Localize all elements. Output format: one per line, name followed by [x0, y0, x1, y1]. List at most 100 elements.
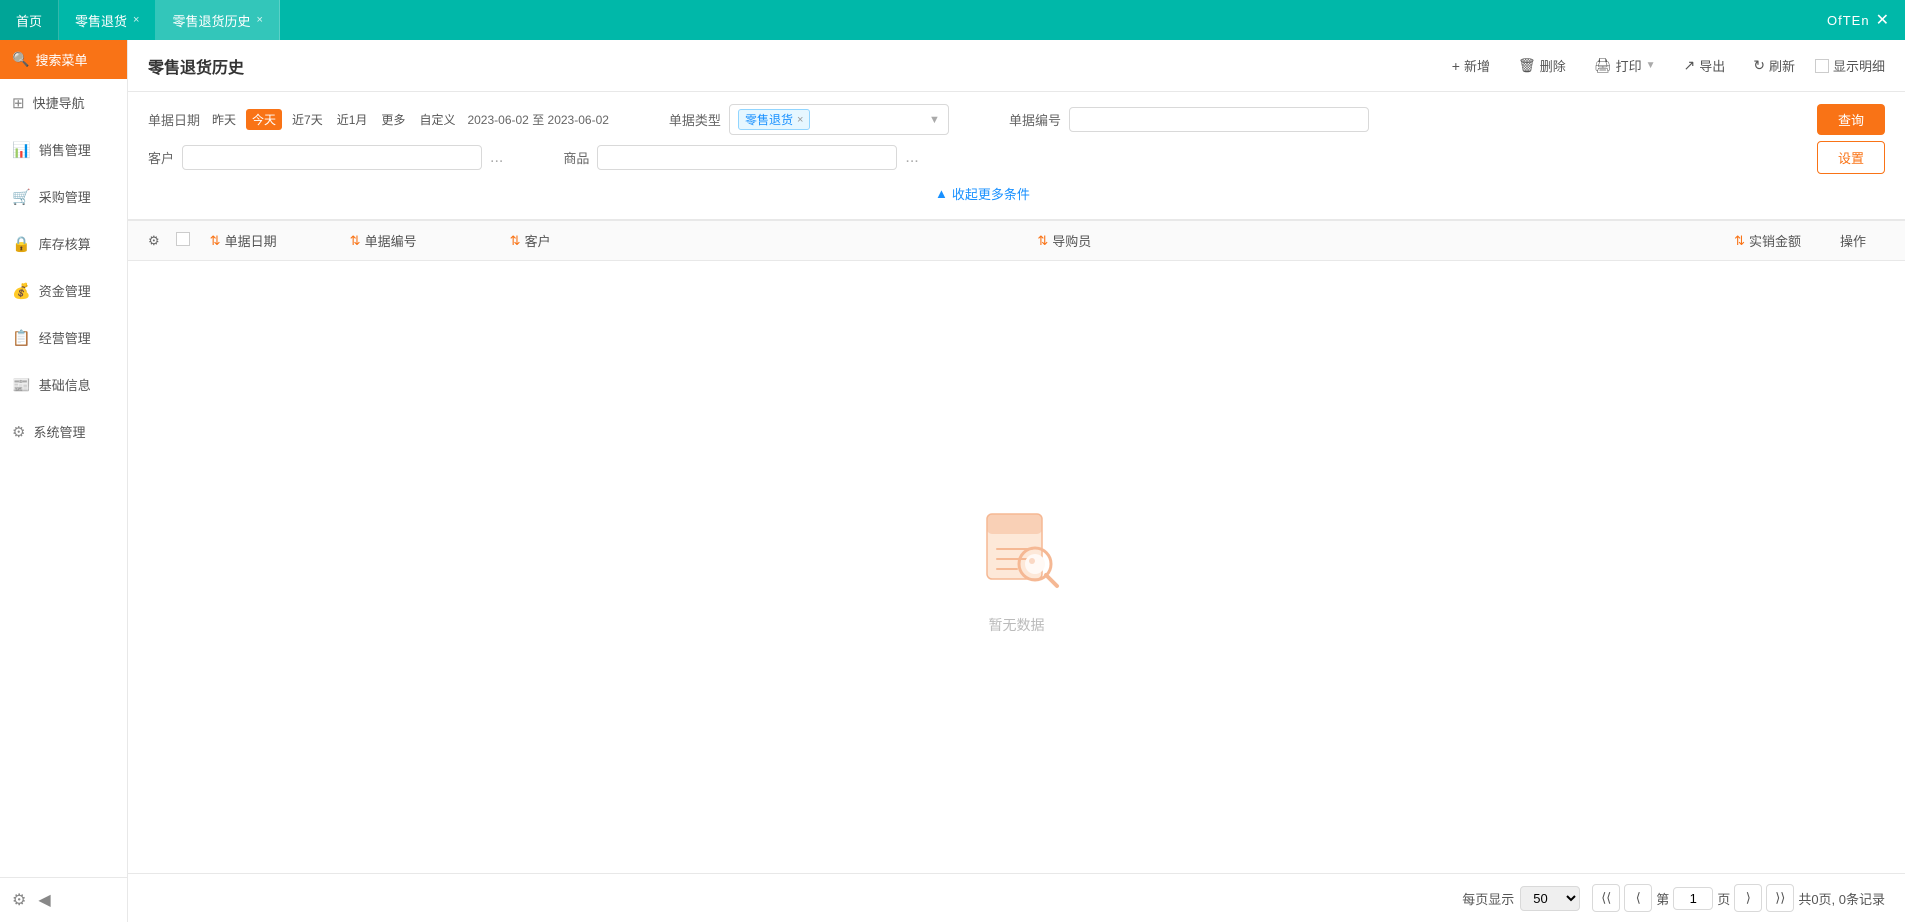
- th-guide-label: 导购员: [1052, 231, 1091, 250]
- filter-row-1: 单据日期 昨天 今天 近7天 近1月 更多 自定义 2023-06-02: [148, 104, 1817, 135]
- table-select-all[interactable]: [168, 222, 198, 259]
- th-guide[interactable]: ⇅ 导购员: [1025, 221, 1165, 260]
- inventory-icon: 🔒: [12, 235, 31, 253]
- th-customer-sort-icon: ⇅: [510, 233, 521, 249]
- table-area: ⚙ ⇅ 单据日期 ⇅ 单据编号 ⇅ 客户 ⇅ 导购员: [128, 220, 1905, 873]
- export-icon: ↗: [1683, 57, 1695, 74]
- goods-input[interactable]: [597, 145, 897, 170]
- print-button[interactable]: 🖨 打印 ▼: [1586, 52, 1664, 79]
- sidebar-item-basic-info-label: 基础信息: [39, 375, 91, 394]
- per-page-select[interactable]: 50 20 100: [1520, 886, 1580, 911]
- topbar-close-icon[interactable]: ✕: [1876, 10, 1889, 30]
- th-number[interactable]: ⇅ 单据编号: [338, 221, 498, 260]
- setting-button[interactable]: 设置: [1817, 141, 1885, 174]
- page-next-btn[interactable]: ⟩: [1734, 884, 1762, 912]
- date-opt-yesterday[interactable]: 昨天: [208, 109, 240, 130]
- collapse-button[interactable]: ▲ 收起更多条件: [923, 180, 1042, 207]
- system-icon: ⚙: [12, 423, 25, 441]
- print-dropdown-icon: ▼: [1646, 60, 1656, 71]
- date-opt-more[interactable]: 更多: [377, 109, 409, 130]
- operations-icon: 📋: [12, 329, 31, 347]
- search-icon: 🔍: [12, 51, 29, 68]
- th-date-sort-icon: ⇅: [210, 233, 221, 249]
- empty-icon: [967, 499, 1067, 599]
- tab-retail-return-close[interactable]: ×: [133, 14, 139, 26]
- tab-retail-return-history[interactable]: 零售退货历史 ×: [156, 0, 279, 40]
- export-label: 导出: [1699, 56, 1725, 75]
- tab-home-label: 首页: [16, 11, 42, 30]
- th-date[interactable]: ⇅ 单据日期: [198, 221, 338, 260]
- table-settings-icon[interactable]: ⚙: [140, 223, 168, 259]
- empty-state: 暂无数据: [128, 261, 1905, 873]
- sidebar-item-basic-info[interactable]: 📰 基础信息: [0, 361, 127, 408]
- page-last-btn[interactable]: ⟩⟩: [1766, 884, 1794, 912]
- date-opt-custom[interactable]: 自定义: [415, 109, 459, 130]
- page-prev-btn[interactable]: ⟨: [1624, 884, 1652, 912]
- sidebar-bottom: ⚙ ◀: [0, 877, 127, 922]
- sidebar-item-system[interactable]: ⚙ 系统管理: [0, 408, 127, 455]
- doc-type-select[interactable]: 零售退货 × ▼: [729, 104, 949, 135]
- sidebar-item-operations[interactable]: 📋 经营管理: [0, 314, 127, 361]
- sidebar-item-purchase-label: 采购管理: [39, 187, 91, 206]
- sidebar-item-sales-mgmt[interactable]: 📊 销售管理: [0, 126, 127, 173]
- quick-nav-icon: ⊞: [12, 94, 25, 112]
- search-menu[interactable]: 🔍 搜索菜单: [0, 40, 127, 79]
- content-area: 零售退货历史 + 新增 🗑 删除 🖨 打印 ▼ ↗ 导出: [128, 40, 1905, 922]
- filter-date-item: 单据日期 昨天 今天 近7天 近1月 更多 自定义 2023-06-02: [148, 109, 609, 130]
- date-opt-last-month[interactable]: 近1月: [333, 109, 372, 130]
- refresh-icon: ↻: [1753, 57, 1765, 74]
- sidebar-item-operations-label: 经营管理: [39, 328, 91, 347]
- doc-type-select-value: 零售退货 ×: [738, 109, 925, 130]
- customer-input[interactable]: [182, 145, 482, 170]
- collapse-sidebar-icon[interactable]: ◀: [38, 890, 50, 910]
- settings-bottom-icon[interactable]: ⚙: [12, 890, 26, 910]
- tab-retail-return-history-close[interactable]: ×: [256, 14, 262, 26]
- display-detail-toggle[interactable]: 显示明细: [1815, 56, 1885, 75]
- th-number-sort-icon: ⇅: [350, 233, 361, 249]
- th-spacer: [1165, 231, 1693, 251]
- filter-doc-number-item: 单据编号: [1009, 107, 1369, 132]
- doc-type-tag-close[interactable]: ×: [797, 114, 803, 126]
- page-first-btn[interactable]: ⟨⟨: [1592, 884, 1620, 912]
- select-all-checkbox[interactable]: [176, 232, 190, 246]
- sidebar-item-sales-label: 销售管理: [39, 140, 91, 159]
- th-customer[interactable]: ⇅ 客户: [498, 221, 1026, 260]
- tab-bar: 首页 零售退货 × 零售退货历史 ×: [0, 0, 1827, 40]
- refresh-button[interactable]: ↻ 刷新: [1745, 52, 1803, 79]
- th-amount[interactable]: ⇅ 实销金额: [1693, 221, 1813, 260]
- th-amount-sort-icon: ⇅: [1734, 233, 1745, 249]
- sidebar-item-inventory[interactable]: 🔒 库存核算: [0, 220, 127, 267]
- customer-search-icon[interactable]: ...: [490, 149, 503, 167]
- query-button[interactable]: 查询: [1817, 104, 1885, 135]
- customer-label: 客户: [148, 148, 174, 167]
- sidebar-item-system-label: 系统管理: [33, 422, 85, 441]
- date-to: 2023-06-02: [548, 113, 609, 127]
- sidebar-item-quick-nav[interactable]: ⊞ 快捷导航: [0, 79, 127, 126]
- doc-type-label: 单据类型: [669, 110, 721, 129]
- tab-home[interactable]: 首页: [0, 0, 59, 40]
- add-button[interactable]: + 新增: [1444, 52, 1498, 79]
- pagination: ⟨⟨ ⟨ 第 页 ⟩ ⟩⟩ 共0页, 0条记录: [1592, 884, 1885, 912]
- delete-label: 删除: [1540, 56, 1566, 75]
- sidebar-item-inventory-label: 库存核算: [39, 234, 91, 253]
- export-button[interactable]: ↗ 导出: [1675, 52, 1733, 79]
- date-opt-last7[interactable]: 近7天: [288, 109, 327, 130]
- filter-action-buttons: 查询 设置: [1817, 104, 1885, 174]
- page-title: 零售退货历史: [148, 54, 244, 78]
- sidebar-item-finance[interactable]: 💰 资金管理: [0, 267, 127, 314]
- delete-button[interactable]: 🗑 删除: [1510, 52, 1574, 79]
- tab-retail-return[interactable]: 零售退货 ×: [59, 0, 156, 40]
- date-opt-today[interactable]: 今天: [246, 109, 282, 130]
- goods-search-icon[interactable]: ...: [905, 149, 918, 167]
- doc-number-input[interactable]: [1069, 107, 1369, 132]
- date-from: 2023-06-02: [467, 113, 528, 127]
- date-separator: 至: [532, 113, 547, 127]
- filter-doc-type-item: 单据类型 零售退货 × ▼: [669, 104, 949, 135]
- per-page-label: 每页显示: [1462, 889, 1514, 908]
- filter-customer-item: 客户 ...: [148, 145, 503, 170]
- sidebar-item-purchase-mgmt[interactable]: 🛒 采购管理: [0, 173, 127, 220]
- sidebar: 🔍 搜索菜单 ⊞ 快捷导航 📊 销售管理 🛒 采购管理 🔒 库存核算 💰 资金管…: [0, 40, 128, 922]
- page-number-input[interactable]: [1673, 887, 1713, 910]
- delete-icon: 🗑: [1518, 57, 1536, 74]
- display-detail-checkbox[interactable]: [1815, 59, 1829, 73]
